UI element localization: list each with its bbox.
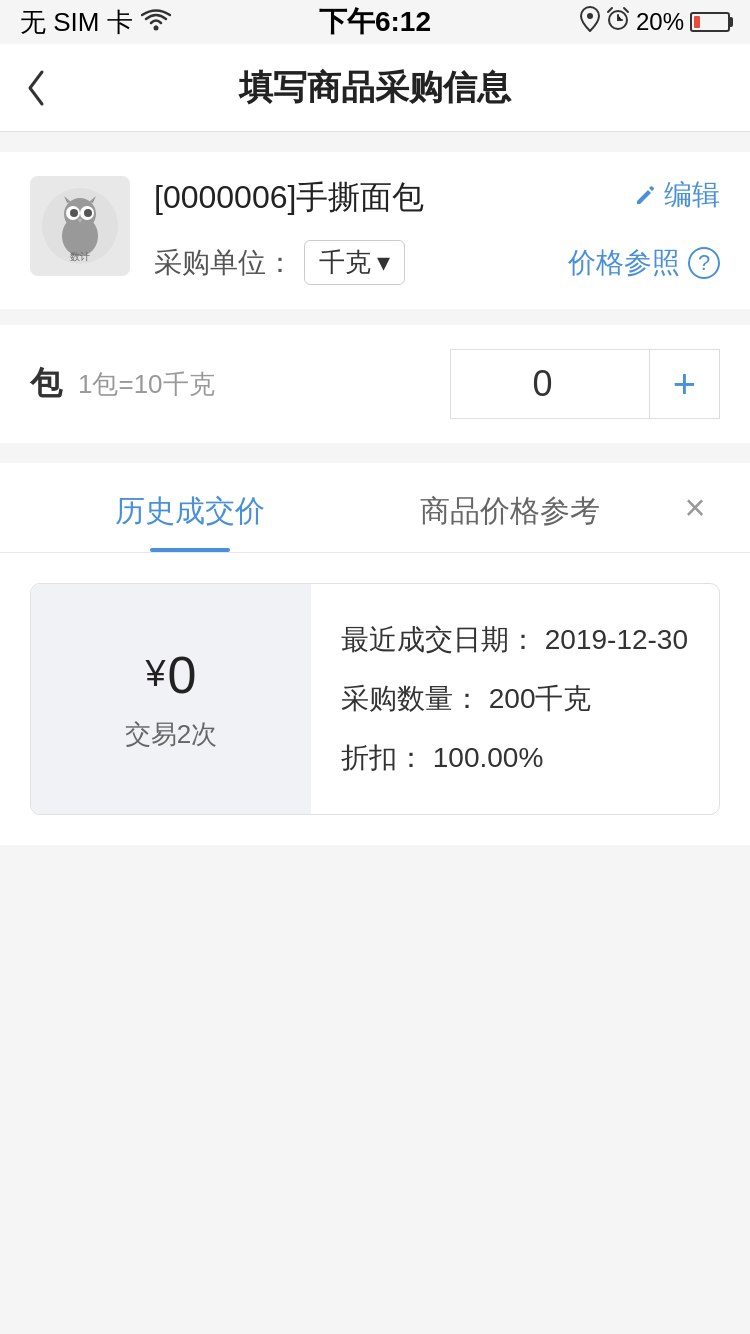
discount-row: 折扣： 100.00% bbox=[341, 738, 689, 777]
price-card: ¥ 0 交易2次 最近成交日期： 2019-12-30 采购数量： 200千克 … bbox=[30, 583, 720, 815]
price-times: 交易2次 bbox=[125, 717, 217, 752]
purchase-qty-value: 200千克 bbox=[489, 683, 592, 714]
purchase-row: 采购单位： 千克 ▾ 价格参照 ? bbox=[154, 240, 720, 285]
currency-symbol: ¥ bbox=[146, 653, 166, 695]
quantity-unit-label: 包 bbox=[30, 362, 62, 406]
quantity-plus-button[interactable]: + bbox=[650, 349, 720, 419]
product-info: [0000006]手撕面包 编辑 采购单位： 千克 ▾ 价格 bbox=[154, 176, 720, 285]
plus-icon: + bbox=[673, 362, 696, 407]
quantity-right: + bbox=[450, 349, 720, 419]
edit-label: 编辑 bbox=[664, 176, 720, 214]
purchase-qty-row: 采购数量： 200千克 bbox=[341, 679, 689, 718]
dropdown-arrow-icon: ▾ bbox=[377, 247, 390, 278]
page-title: 填写商品采购信息 bbox=[239, 65, 511, 111]
alarm-icon bbox=[606, 6, 630, 38]
status-icons: 20% bbox=[580, 6, 730, 38]
location-icon bbox=[580, 6, 600, 38]
history-price-content: ¥ 0 交易2次 最近成交日期： 2019-12-30 采购数量： 200千克 … bbox=[0, 553, 750, 845]
purchase-qty-label: 采购数量： bbox=[341, 683, 481, 714]
product-name: [0000006]手撕面包 bbox=[154, 176, 424, 220]
footer-space bbox=[0, 845, 750, 1334]
tabs-container: 历史成交价 商品价格参考 × bbox=[0, 463, 750, 553]
unit-value: 千克 bbox=[319, 245, 371, 280]
quantity-input[interactable] bbox=[450, 349, 650, 419]
status-time: 下午6:12 bbox=[319, 3, 431, 41]
svg-text:数计: 数计 bbox=[70, 251, 90, 262]
back-button[interactable] bbox=[24, 68, 48, 108]
quantity-section: 包 1包=10千克 + bbox=[0, 325, 750, 443]
tab-history-label: 历史成交价 bbox=[115, 494, 265, 527]
close-icon: × bbox=[684, 487, 705, 529]
discount-value: 100.00% bbox=[433, 742, 544, 773]
price-value: 0 bbox=[168, 645, 197, 705]
status-bar: 无 SIM 卡 下午6:12 20 bbox=[0, 0, 750, 44]
recent-date-value: 2019-12-30 bbox=[545, 624, 688, 655]
tab-close-button[interactable]: × bbox=[670, 483, 720, 533]
battery-percent: 20% bbox=[636, 8, 684, 36]
svg-point-9 bbox=[84, 209, 92, 217]
product-thumbnail: 数计 bbox=[30, 176, 130, 276]
svg-point-1 bbox=[587, 13, 593, 19]
product-card: 数计 [0000006]手撕面包 编辑 采购单位： 千克 ▾ bbox=[0, 152, 750, 309]
price-card-left: ¥ 0 交易2次 bbox=[31, 584, 311, 814]
unit-dropdown[interactable]: 千克 ▾ bbox=[304, 240, 405, 285]
product-header: 数计 [0000006]手撕面包 编辑 采购单位： 千克 ▾ bbox=[30, 176, 720, 285]
nav-bar: 填写商品采购信息 bbox=[0, 44, 750, 132]
quantity-left: 包 1包=10千克 bbox=[30, 362, 215, 406]
price-card-right: 最近成交日期： 2019-12-30 采购数量： 200千克 折扣： 100.0… bbox=[311, 584, 719, 814]
status-carrier: 无 SIM 卡 bbox=[20, 5, 171, 40]
battery-icon bbox=[690, 12, 730, 32]
product-title-row: [0000006]手撕面包 编辑 bbox=[154, 176, 720, 220]
tab-active-indicator bbox=[150, 548, 230, 552]
purchase-unit-label: 采购单位： bbox=[154, 244, 294, 282]
quantity-conversion: 1包=10千克 bbox=[78, 367, 215, 402]
tab-price-reference[interactable]: 商品价格参考 bbox=[350, 463, 670, 552]
svg-point-0 bbox=[153, 25, 158, 30]
wifi-icon bbox=[141, 7, 171, 38]
svg-point-8 bbox=[70, 209, 78, 217]
price-main: ¥ 0 bbox=[146, 645, 197, 705]
purchase-unit-section: 采购单位： 千克 ▾ bbox=[154, 240, 405, 285]
help-icon: ? bbox=[688, 247, 720, 279]
edit-button[interactable]: 编辑 bbox=[634, 176, 720, 214]
price-reference-button[interactable]: 价格参照 ? bbox=[568, 244, 720, 282]
tab-history-price[interactable]: 历史成交价 bbox=[30, 463, 350, 552]
tabs-header: 历史成交价 商品价格参考 × bbox=[0, 463, 750, 552]
price-ref-label: 价格参照 bbox=[568, 244, 680, 282]
tab-reference-label: 商品价格参考 bbox=[420, 494, 600, 527]
recent-date-row: 最近成交日期： 2019-12-30 bbox=[341, 620, 689, 659]
discount-label: 折扣： bbox=[341, 742, 425, 773]
recent-date-label: 最近成交日期： bbox=[341, 624, 537, 655]
carrier-text: 无 SIM 卡 bbox=[20, 5, 133, 40]
